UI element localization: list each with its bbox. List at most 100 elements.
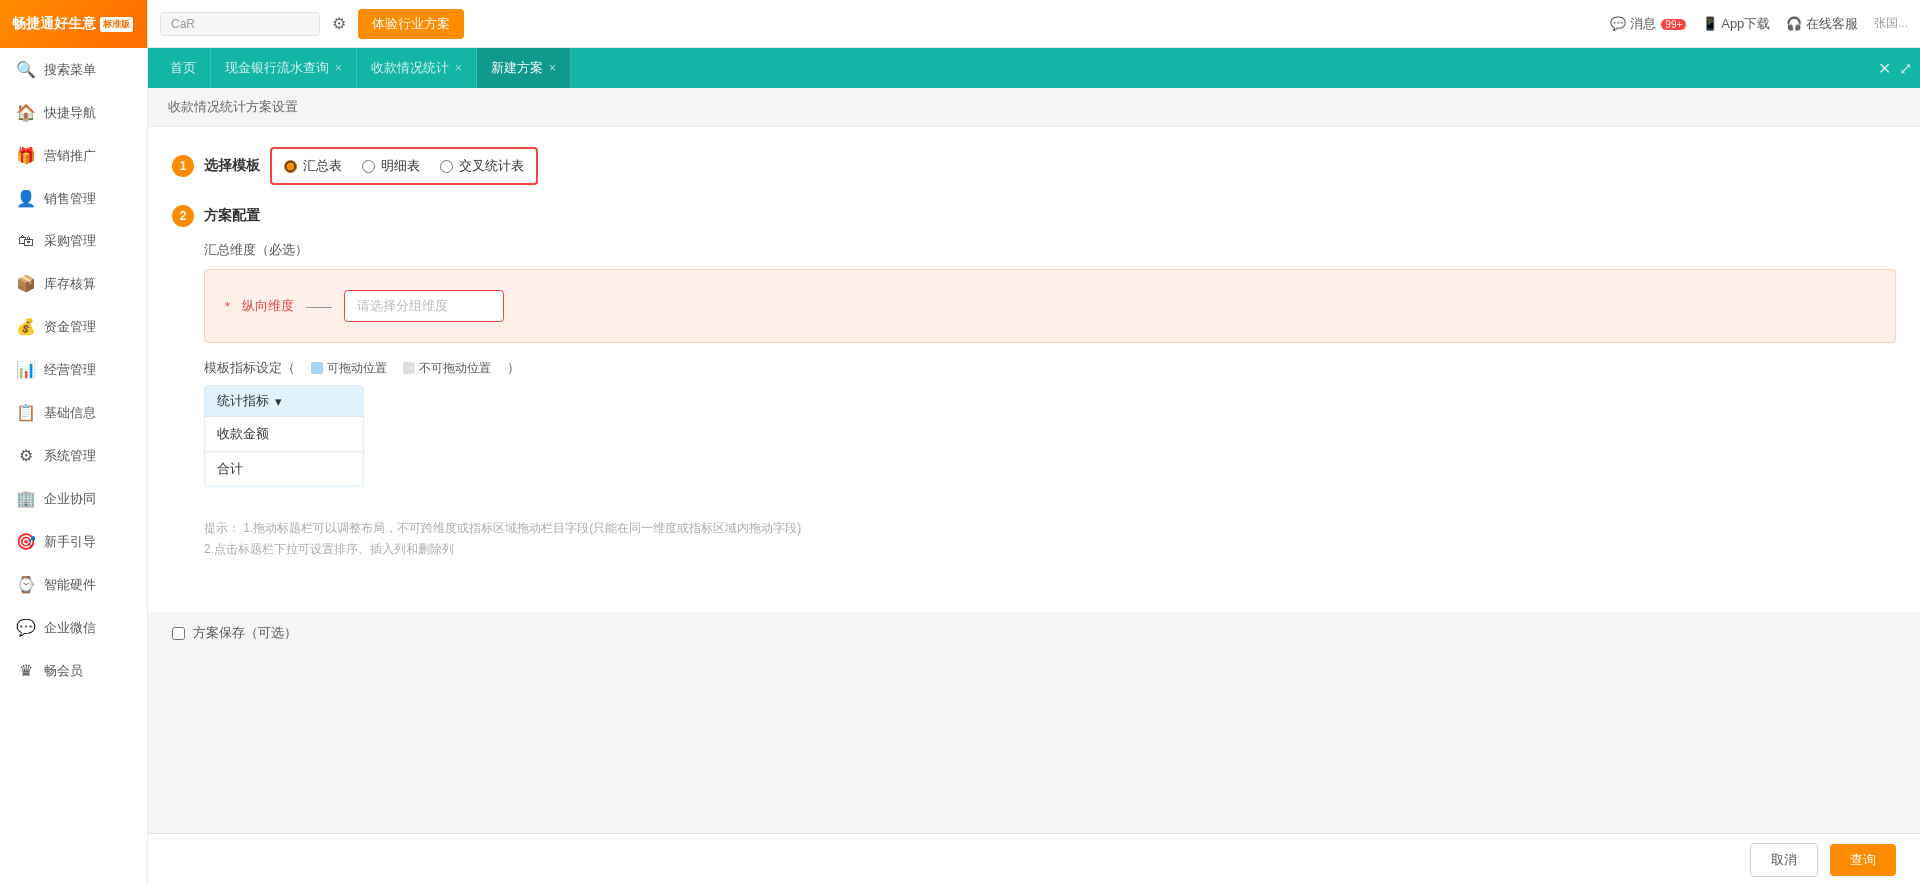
radio-summary[interactable]: 汇总表 [284,157,342,175]
metrics-dropdown-icon[interactable]: ▾ [275,394,282,409]
sidebar-item-label: 快捷导航 [44,104,96,122]
download-link[interactable]: 📱 App下载 [1702,15,1770,33]
clipboard-icon: 📋 [16,403,36,422]
step2-body: 汇总维度（必选） * 纵向维度 —— 请选择分组维度 [172,241,1896,572]
tab-receipts-stat[interactable]: 收款情况统计 × [357,48,477,88]
sidebar-item-label: 销售管理 [44,190,96,208]
sidebar-item-search-menu[interactable]: 🔍 搜索菜单 [0,48,147,91]
metrics-label-suffix: ） [507,359,520,377]
crown-icon: ♛ [16,661,36,680]
sidebar-item-label: 搜索菜单 [44,61,96,79]
sidebar-item-purchase[interactable]: 🛍 采购管理 [0,220,147,262]
save-checkbox[interactable] [172,627,185,640]
draggable-label: 可拖动位置 [327,360,387,377]
sidebar-item-smart-hw[interactable]: ⌚ 智能硬件 [0,563,147,606]
sidebar-item-funds[interactable]: 💰 资金管理 [0,305,147,348]
service-link[interactable]: 🎧 在线客服 [1786,15,1858,33]
dimension-dropdown[interactable]: 请选择分组维度 [344,290,504,322]
step2-header: 2 方案配置 [172,205,1896,227]
required-star: * [225,299,230,314]
sidebar: 畅捷通好生意 标准版 🔍 搜索菜单 🏠 快捷导航 🎁 营销推广 👤 销售管理 🛍… [0,0,148,885]
sidebar-item-label: 畅会员 [44,662,83,680]
sidebar-item-sys-mgmt[interactable]: ⚙ 系统管理 [0,434,147,477]
tab-new-plan[interactable]: 新建方案 × [477,48,571,88]
app-name: 畅捷通好生意 [12,15,96,33]
step2-title: 方案配置 [204,207,260,225]
sidebar-item-inventory[interactable]: 📦 库存核算 [0,262,147,305]
non-draggable-label: 不可拖动位置 [419,360,491,377]
radio-summary-label: 汇总表 [303,157,342,175]
dimension-area: * 纵向维度 —— 请选择分组维度 [204,269,1896,343]
user-info[interactable]: 张国... [1874,15,1908,32]
query-button[interactable]: 查询 [1830,844,1896,876]
radio-detail[interactable]: 明细表 [362,157,420,175]
sidebar-item-operation[interactable]: 📊 经营管理 [0,348,147,391]
sidebar-item-label: 经营管理 [44,361,96,379]
sidebar-item-label: 采购管理 [44,232,96,250]
hints: 提示： 1.拖动标题栏可以调整布局，不可跨维度或指标区域拖动栏目字段(只能在同一… [204,510,1896,572]
topbar-right: 💬 消息 99+ 📱 App下载 🎧 在线客服 张国... [1610,15,1908,33]
sidebar-item-label: 企业微信 [44,619,96,637]
message-link[interactable]: 💬 消息 99+ [1610,15,1686,33]
tab-bank-flow[interactable]: 现金银行流水查询 × [211,48,357,88]
app-version: 标准版 [100,17,133,32]
gear-icon[interactable]: ⚙ [332,14,346,33]
sidebar-item-quick-nav[interactable]: 🏠 快捷导航 [0,91,147,134]
radio-cross-input[interactable] [440,160,453,173]
chat-icon: 💬 [16,618,36,637]
cancel-button[interactable]: 取消 [1750,843,1818,877]
tab-bank-flow-close[interactable]: × [335,61,342,75]
gift-icon: 🎁 [16,146,36,165]
tab-new-plan-close[interactable]: × [549,61,556,75]
service-label: 在线客服 [1806,16,1858,31]
tab-new-plan-label: 新建方案 [491,59,543,77]
radio-cross-label: 交叉统计表 [459,157,524,175]
sidebar-item-enterprise[interactable]: 🏢 企业协同 [0,477,147,520]
chart-icon: 📊 [16,360,36,379]
message-label: 消息 [1630,16,1656,31]
sidebar-item-label: 资金管理 [44,318,96,336]
expand-icon[interactable]: ⤢ [1899,59,1912,78]
template-options: 汇总表 明细表 交叉统计表 [270,147,538,185]
sidebar-item-wechat[interactable]: 💬 企业微信 [0,606,147,649]
radio-detail-label: 明细表 [381,157,420,175]
metrics-header-label: 统计指标 [217,392,269,410]
step1-header: 1 选择模板 汇总表 明细表 交叉统计表 [172,147,1896,185]
metrics-table-header[interactable]: 统计指标 ▾ [205,386,363,416]
step1-title: 选择模板 [204,157,260,175]
sidebar-item-member[interactable]: ♛ 畅会员 [0,649,147,692]
radio-summary-input[interactable] [284,160,297,173]
tab-receipts-stat-label: 收款情况统计 [371,59,449,77]
breadcrumb: 收款情况统计方案设置 [148,88,1920,127]
sidebar-item-guide[interactable]: 🎯 新手引导 [0,520,147,563]
app-logo: 畅捷通好生意 标准版 [0,0,147,48]
radio-detail-input[interactable] [362,160,375,173]
sidebar-item-marketing[interactable]: 🎁 营销推广 [0,134,147,177]
search-input[interactable] [160,12,320,36]
metrics-header: 模板指标设定（ 可拖动位置 不可拖动位置 ） [204,359,1896,377]
radio-cross[interactable]: 交叉统计表 [440,157,524,175]
metrics-config: 模板指标设定（ 可拖动位置 不可拖动位置 ） [204,359,1896,490]
home-icon: 🏠 [16,103,36,122]
tab-receipts-stat-close[interactable]: × [455,61,462,75]
close-window-icon[interactable]: ✕ [1878,59,1891,78]
hint1: 提示： 1.拖动标题栏可以调整布局，不可跨维度或指标区域拖动栏目字段(只能在同一… [204,520,1896,537]
gear-icon: ⚙ [16,446,36,465]
user-icon: 👤 [16,189,36,208]
sidebar-item-sales[interactable]: 👤 销售管理 [0,177,147,220]
sidebar-item-label: 新手引导 [44,533,96,551]
message-badge: 99+ [1661,19,1686,30]
sidebar-item-label: 系统管理 [44,447,96,465]
step1-number: 1 [172,155,194,177]
tab-actions: ✕ ⤢ [1878,59,1912,78]
tabbar: 首页 现金银行流水查询 × 收款情况统计 × 新建方案 × ✕ ⤢ [148,48,1920,88]
metrics-label: 模板指标设定（ [204,359,295,377]
topbar: ⚙ 体验行业方案 💬 消息 99+ 📱 App下载 🎧 在线客服 张国... [148,0,1920,48]
sidebar-item-basic-info[interactable]: 📋 基础信息 [0,391,147,434]
money-icon: 💰 [16,317,36,336]
sidebar-item-label: 营销推广 [44,147,96,165]
tab-home[interactable]: 首页 [156,48,211,88]
save-option: 方案保存（可选） [148,612,1920,654]
trial-button[interactable]: 体验行业方案 [358,9,464,39]
non-draggable-badge: 不可拖动位置 [403,360,491,377]
